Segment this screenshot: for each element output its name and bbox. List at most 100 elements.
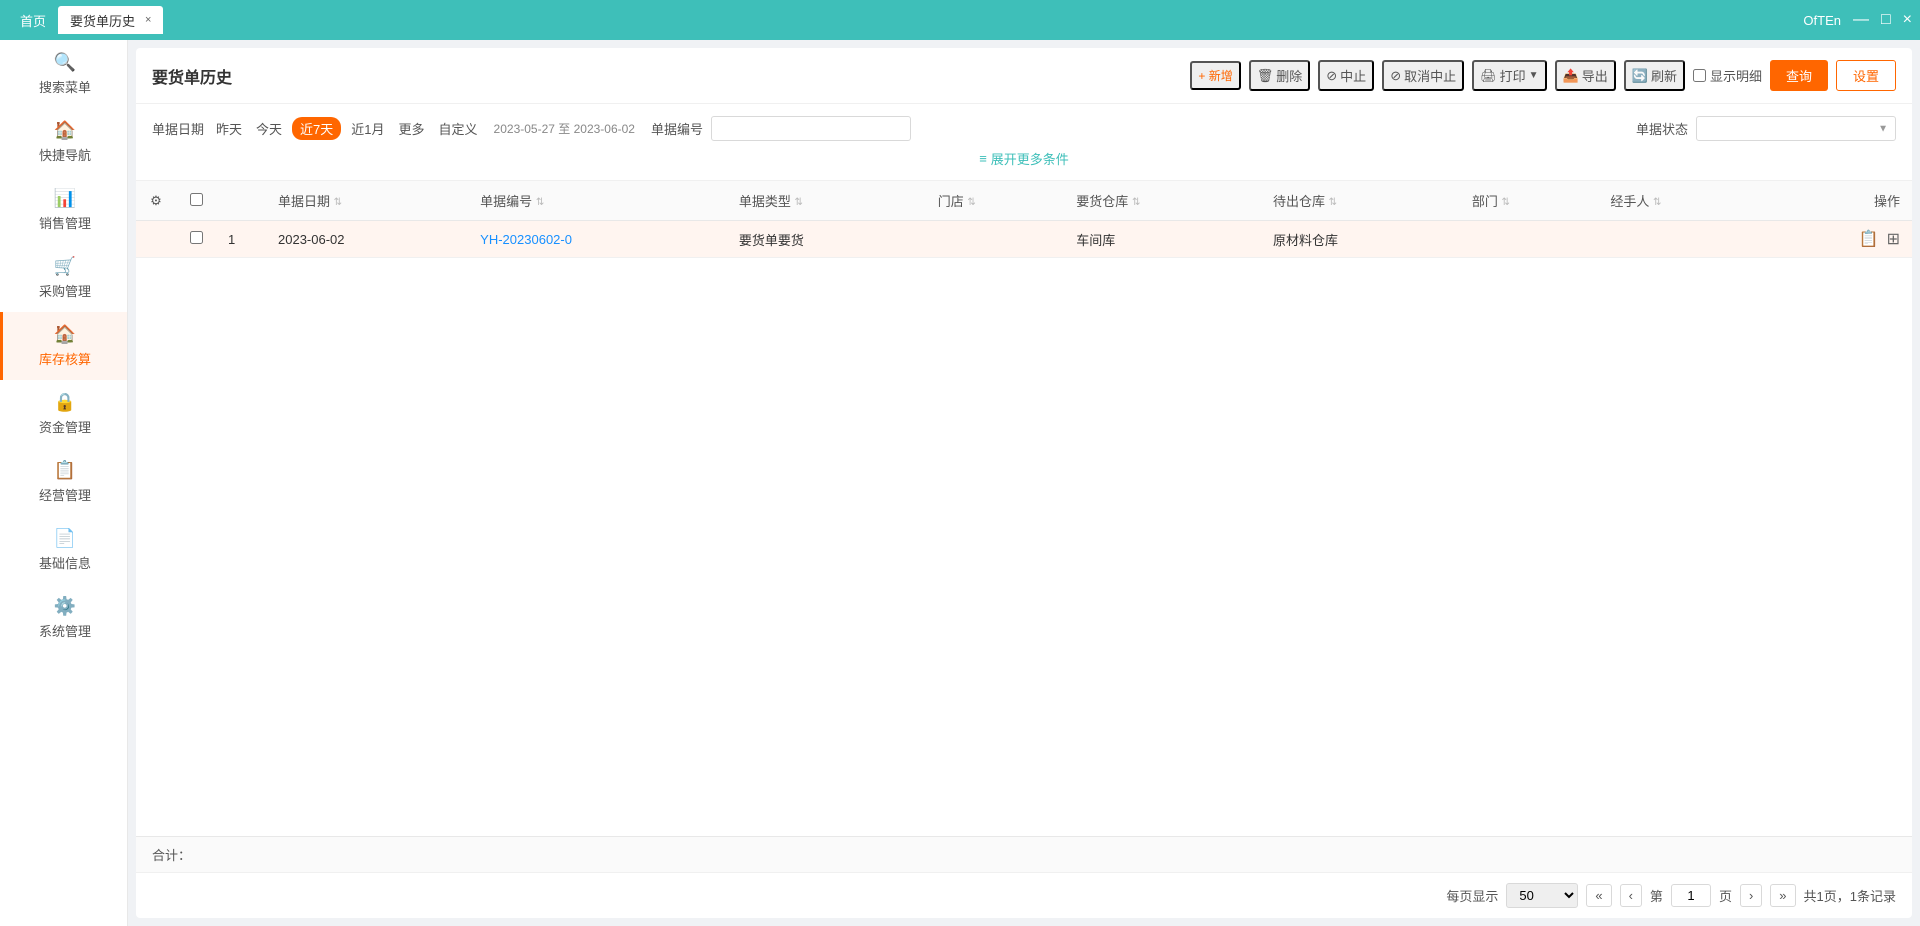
date-options: 昨天 今天 近7天 近1月 更多 自定义 (212, 117, 482, 140)
tab-close-icon[interactable]: × (145, 14, 151, 26)
tab-home[interactable]: 首页 (8, 7, 58, 34)
content-area: 要货单历史 + 新增 🗑 删除 ⊘ 中止 ⊘ 取消中止 (128, 40, 1920, 926)
row-more-icon[interactable]: ⊞ (1887, 229, 1900, 249)
col-settings[interactable]: ⚙ (136, 181, 176, 221)
table-row: 1 2023-06-02 YH-20230602-0 要货单要货 车间库 原材料… (136, 221, 1912, 258)
sidebar-item-finance-label: 资金管理 (39, 417, 91, 436)
export-label: 导出 (1582, 66, 1608, 85)
date-opt-more[interactable]: 更多 (395, 117, 429, 140)
tab-active[interactable]: 要货单历史 × (58, 6, 163, 34)
sidebar: 🔍 搜索菜单 🏠 快捷导航 📊 销售管理 🛒 采购管理 🏠 库存核算 🔒 资金管… (0, 40, 128, 926)
sidebar-item-basic-info[interactable]: 📄 基础信息 (0, 516, 127, 584)
date-opt-1month[interactable]: 近1月 (347, 117, 388, 140)
page-label: 第 (1650, 886, 1663, 905)
sidebar-item-inventory-label: 库存核算 (39, 349, 91, 368)
first-page-button[interactable]: « (1586, 884, 1611, 907)
sort-req-warehouse-icon: ⇅ (1132, 197, 1140, 208)
show-detail-toggle[interactable]: 显示明细 (1693, 66, 1762, 85)
col-doc-date-label: 单据日期 (278, 194, 330, 209)
col-store[interactable]: 门店 ⇅ (926, 181, 1065, 221)
status-select[interactable] (1696, 116, 1896, 141)
status-select-wrapper (1696, 116, 1896, 141)
cancel-stop-icon: ⊘ (1390, 68, 1401, 84)
sort-pending-warehouse-icon: ⇅ (1329, 197, 1337, 208)
delete-icon: 🗑 (1257, 68, 1274, 84)
inventory-icon: 🏠 (54, 324, 76, 345)
show-detail-checkbox[interactable] (1693, 69, 1706, 82)
export-button[interactable]: 📤 导出 (1555, 60, 1616, 91)
sidebar-item-sales-label: 销售管理 (39, 213, 91, 232)
print-icon: 🖨 (1480, 68, 1497, 84)
refresh-label: 刷新 (1651, 66, 1677, 85)
row-action-cell: 📋 ⊞ (1766, 221, 1912, 258)
select-all-checkbox[interactable] (190, 193, 203, 206)
row-checkbox[interactable] (190, 231, 203, 244)
stop-button[interactable]: ⊘ 中止 (1318, 60, 1374, 91)
sidebar-item-purchase[interactable]: 🛒 采购管理 (0, 244, 127, 312)
page-number-input[interactable]: 1 (1671, 884, 1711, 907)
col-doc-date[interactable]: 单据日期 ⇅ (266, 181, 468, 221)
refresh-button[interactable]: 🔄 刷新 (1624, 60, 1685, 91)
row-doc-no-link[interactable]: YH-20230602-0 (480, 232, 572, 247)
row-edit-icon[interactable]: 📋 (1859, 229, 1879, 249)
tab-active-label: 要货单历史 (70, 11, 135, 30)
page-header: 要货单历史 + 新增 🗑 删除 ⊘ 中止 ⊘ 取消中止 (136, 48, 1912, 104)
basic-info-icon: 📄 (54, 528, 76, 549)
row-handler-cell (1598, 221, 1766, 258)
last-page-button[interactable]: » (1770, 884, 1795, 907)
top-bar-right: OfTEn — □ × (1803, 11, 1912, 29)
date-range-display: 2023-05-27 至 2023-06-02 (494, 120, 635, 137)
row-store-cell (926, 221, 1065, 258)
window-close-icon[interactable]: × (1903, 11, 1912, 29)
data-table: ⚙ 单据日期 ⇅ 单据编号 ⇅ (136, 181, 1912, 258)
sidebar-item-finance[interactable]: 🔒 资金管理 (0, 380, 127, 448)
toolbar: + 新增 🗑 删除 ⊘ 中止 ⊘ 取消中止 🖨 打 (1190, 60, 1896, 91)
docno-input[interactable] (711, 116, 911, 141)
date-opt-yesterday[interactable]: 昨天 (212, 117, 246, 140)
date-opt-7days[interactable]: 近7天 (292, 117, 341, 140)
sidebar-item-purchase-label: 采购管理 (39, 281, 91, 300)
col-pending-warehouse[interactable]: 待出仓库 ⇅ (1261, 181, 1460, 221)
stop-icon: ⊘ (1326, 68, 1337, 84)
query-button[interactable]: 查询 (1770, 60, 1828, 91)
date-opt-today[interactable]: 今天 (252, 117, 286, 140)
col-department[interactable]: 部门 ⇅ (1460, 181, 1599, 221)
status-filter-label: 单据状态 (1636, 119, 1688, 138)
col-doc-type[interactable]: 单据类型 ⇅ (727, 181, 926, 221)
col-handler[interactable]: 经手人 ⇅ (1598, 181, 1766, 221)
stop-label: 中止 (1340, 66, 1366, 85)
system-icon: ⚙️ (54, 596, 76, 617)
col-doc-type-label: 单据类型 (739, 194, 791, 209)
sidebar-item-quick-nav[interactable]: 🏠 快捷导航 (0, 108, 127, 176)
next-page-button[interactable]: › (1740, 884, 1762, 907)
settings-button[interactable]: 设置 (1836, 60, 1896, 91)
expand-more-btn[interactable]: ≡ 展开更多条件 (979, 149, 1069, 168)
sidebar-item-system[interactable]: ⚙️ 系统管理 (0, 584, 127, 652)
page-suffix: 页 (1719, 886, 1732, 905)
print-button[interactable]: 🖨 打印 ▼ (1472, 60, 1546, 91)
col-req-warehouse[interactable]: 要货仓库 ⇅ (1064, 181, 1261, 221)
cancel-stop-button[interactable]: ⊘ 取消中止 (1382, 60, 1464, 91)
total-info: 共1页，1条记录 (1804, 886, 1896, 905)
sidebar-item-inventory[interactable]: 🏠 库存核算 (0, 312, 127, 380)
purchase-icon: 🛒 (54, 256, 76, 277)
prev-page-button[interactable]: ‹ (1620, 884, 1642, 907)
filter-status-item: 单据状态 (1636, 116, 1896, 141)
expand-label: 展开更多条件 (991, 149, 1069, 168)
row-doc-type-cell: 要货单要货 (727, 221, 926, 258)
window-maximize-icon[interactable]: □ (1881, 11, 1891, 29)
sidebar-item-search-menu[interactable]: 🔍 搜索菜单 (0, 40, 127, 108)
page-size-select[interactable]: 50 20 100 (1506, 883, 1578, 908)
main-layout: 🔍 搜索菜单 🏠 快捷导航 📊 销售管理 🛒 采购管理 🏠 库存核算 🔒 资金管… (0, 40, 1920, 926)
window-minimize-icon[interactable]: — (1853, 11, 1869, 29)
col-doc-no[interactable]: 单据编号 ⇅ (468, 181, 727, 221)
date-opt-custom[interactable]: 自定义 (435, 117, 482, 140)
delete-button[interactable]: 🗑 删除 (1249, 60, 1311, 91)
sidebar-item-sales[interactable]: 📊 销售管理 (0, 176, 127, 244)
sidebar-item-operations-label: 经营管理 (39, 485, 91, 504)
new-button[interactable]: + 新增 (1190, 61, 1240, 90)
page-title: 要货单历史 (152, 64, 1190, 88)
row-doc-no-cell: YH-20230602-0 (468, 221, 727, 258)
sidebar-item-operations[interactable]: 📋 经营管理 (0, 448, 127, 516)
row-settings-cell (136, 221, 176, 258)
